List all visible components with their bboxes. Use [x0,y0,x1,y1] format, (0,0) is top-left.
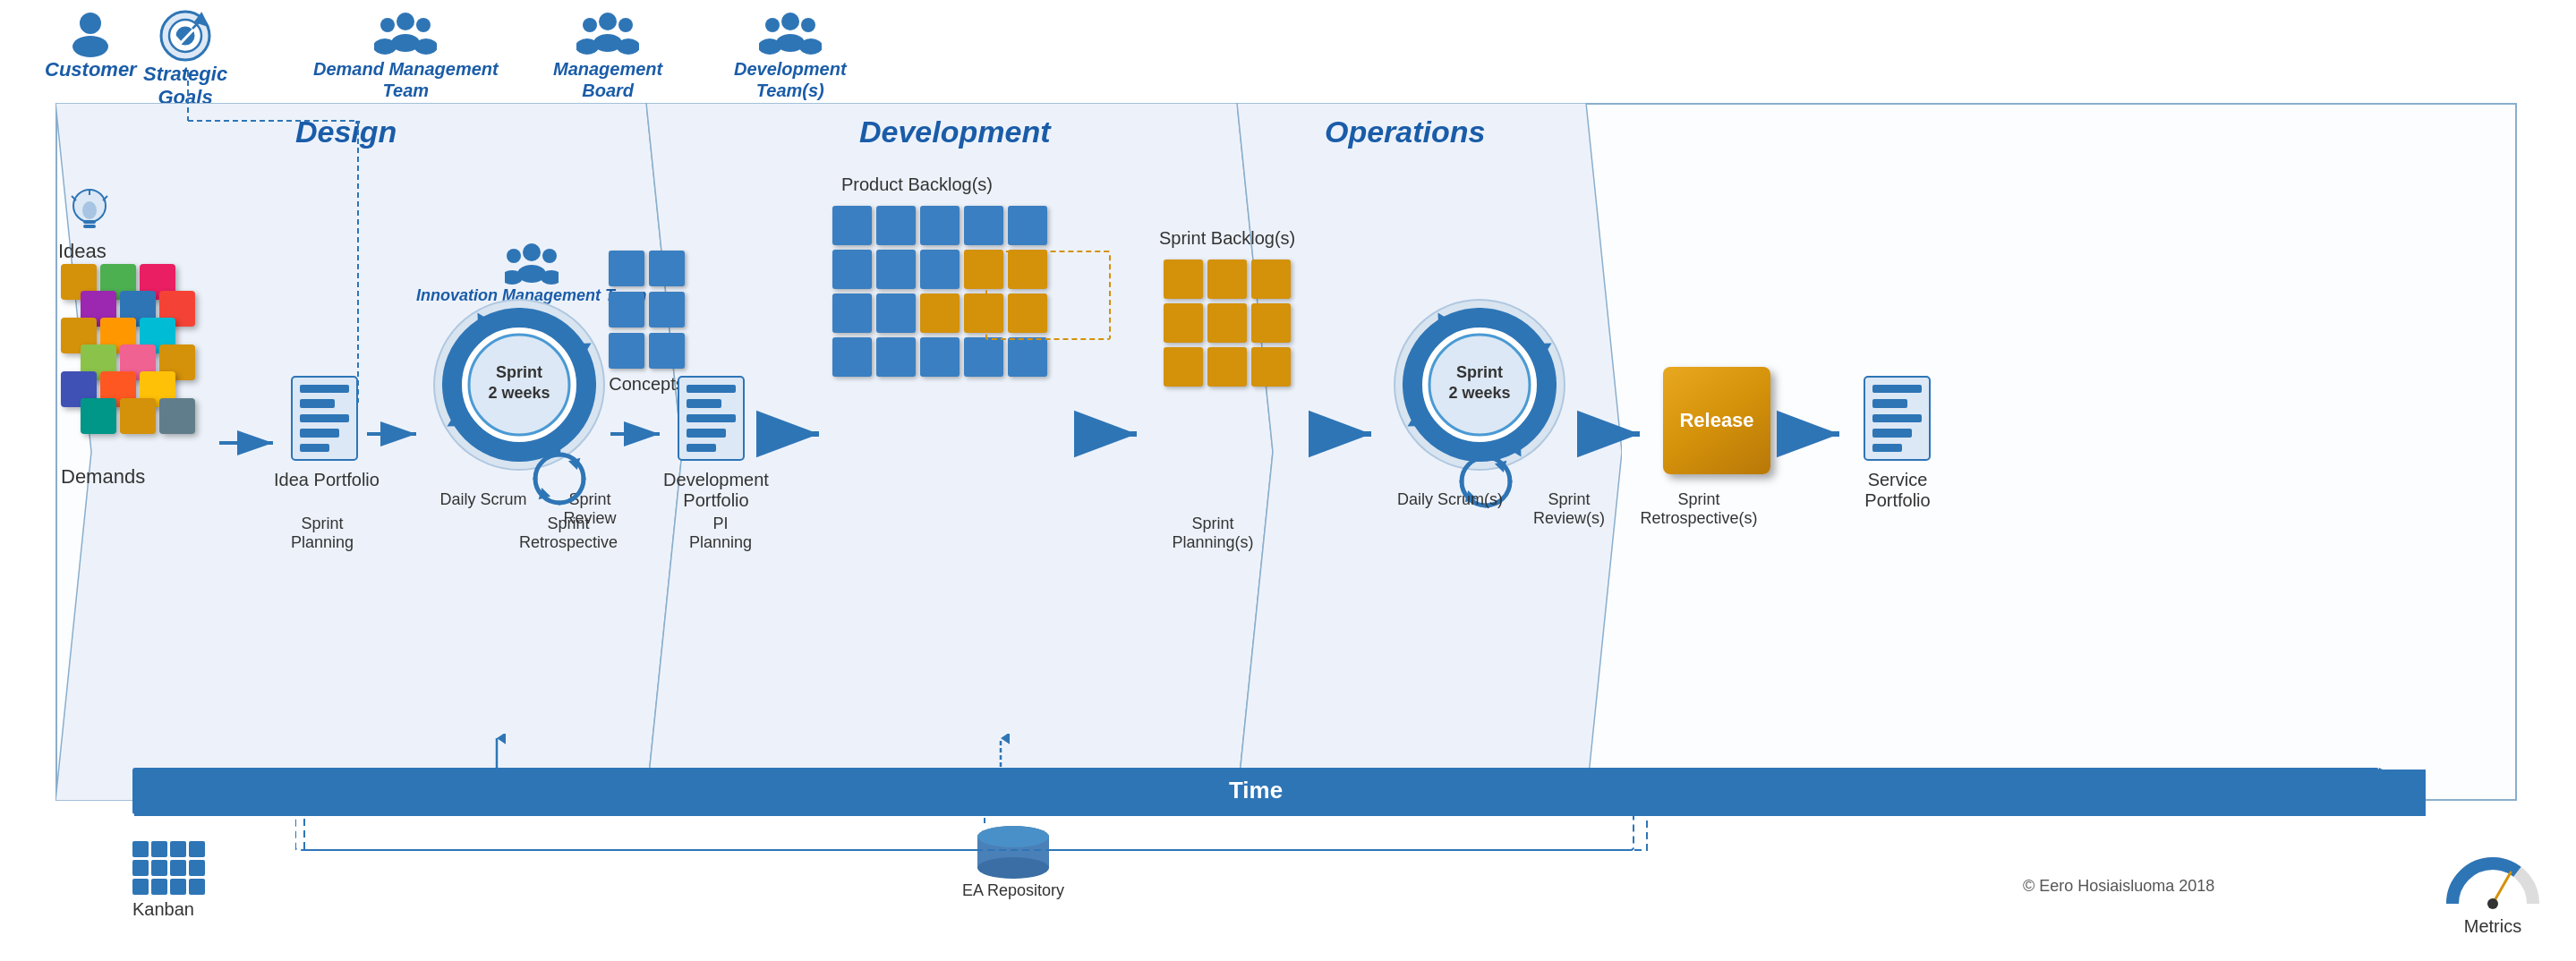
ideas-label: Ideas [58,240,107,263]
daily-scrum-label: Daily Scrum [439,490,528,509]
svg-point-43 [542,249,557,263]
design-header: Design [295,115,397,149]
actor-strategic-goals: StrategicGoals [143,9,227,110]
pi-planning-label: PIPlanning [667,515,774,552]
dev-portfolio [678,376,745,461]
svg-point-97 [2487,898,2498,909]
arrow-to-service-portfolio [1777,407,1857,464]
svg-rect-30 [83,225,96,228]
sprint-backlog-cubes [1164,259,1291,387]
idea-portfolio [291,376,358,461]
sprint-planning-label: SprintPlanning [264,515,380,552]
svg-point-34 [82,201,97,219]
arrow-to-sprint-backlog [1074,407,1155,464]
svg-point-22 [759,38,781,55]
svg-point-39 [523,243,541,261]
svg-point-92 [977,857,1049,879]
svg-point-17 [618,18,633,32]
service-portfolio [1864,376,1931,461]
arrow-to-sprint1 [367,412,434,460]
svg-line-96 [2493,872,2511,904]
actor-demand-mgmt: Demand ManagementTeam [313,9,499,101]
svg-point-10 [374,38,397,55]
main-arrow-design-to-dev [756,407,837,464]
svg-point-11 [416,18,431,32]
demand-mgmt-label: Demand ManagementTeam [313,58,499,101]
ideas-cubes [61,264,213,461]
svg-point-13 [599,13,617,30]
mgmt-board-label: ManagementBoard [553,58,662,101]
svg-marker-88 [2379,768,2424,814]
product-backlog-label: Product Backlog(s) [841,174,993,195]
svg-text:2 weeks: 2 weeks [1448,384,1510,402]
svg-point-23 [801,18,815,32]
time-bar-wrapper: Time [132,768,2424,821]
ea-repository-label: EA Repository [962,881,1064,900]
svg-rect-29 [83,220,96,224]
svg-point-16 [576,38,599,55]
customer-label: Customer [45,58,137,81]
development-header: Development [859,115,1051,149]
daily-scrum-s-label: Daily Scrum(s) [1396,490,1504,509]
diagram-container: Customer StrategicGoals Demand Managemen… [0,0,2576,961]
sprint-backlog-label: Sprint Backlog(s) [1159,228,1295,249]
concepts: Concepts [609,251,685,395]
svg-point-93 [977,826,1049,847]
svg-point-24 [799,38,822,55]
release-box: Release [1663,367,1770,474]
sprint-planning-s-label: SprintPlanning(s) [1159,515,1267,552]
operations-header: Operations [1325,115,1485,149]
svg-point-1 [73,36,108,57]
svg-point-15 [583,18,597,32]
svg-point-18 [617,38,639,55]
metrics: Metrics [2444,832,2542,937]
svg-point-21 [765,18,780,32]
svg-point-0 [80,13,101,34]
time-arrow-up [488,734,506,778]
dev-portfolio-label: Development Portfolio [653,470,779,511]
arrow-to-sprint2 [1309,407,1389,464]
sprint-review-s-label: SprintReview(s) [1515,490,1623,528]
svg-point-19 [781,13,799,30]
idea-portfolio-label: Idea Portfolio [260,470,394,490]
svg-point-12 [414,38,437,55]
actor-dev-team: DevelopmentTeam(s) [734,9,847,101]
service-portfolio-label: Service Portfolio [1835,470,1960,511]
svg-point-41 [507,249,521,263]
ideas-icon [67,188,112,245]
svg-text:2 weeks: 2 weeks [488,384,550,402]
sprint-retro-label: SprintRetrospective [519,515,618,552]
concepts-label: Concepts [609,374,685,395]
demands-label: Demands [61,465,145,489]
arrow-to-release [1577,407,1658,464]
sprint-retro-s-label: SprintRetrospective(s) [1627,490,1770,528]
dev-team-label: DevelopmentTeam(s) [734,58,847,101]
svg-text:Sprint: Sprint [1456,363,1503,381]
sprint-selection-border [985,251,1111,340]
svg-text:Sprint: Sprint [496,363,542,381]
kanban-label: Kanban [132,899,209,920]
copyright-text: © Eero Hosiaisluoma 2018 [2023,877,2214,896]
actor-mgmt-board: ManagementBoard [553,9,662,101]
ea-arrow-up [992,734,1010,778]
ea-repository: EA Repository [962,823,1064,900]
svg-point-7 [397,13,414,30]
actor-customer: Customer [45,9,137,81]
svg-point-9 [380,18,395,32]
arrow-to-idea-portfolio [219,421,291,469]
kanban: Kanban [132,841,209,920]
sprint-retro-icon [528,447,591,514]
arrow-design-to-devport [610,412,678,460]
svg-text:Time: Time [1229,777,1283,804]
